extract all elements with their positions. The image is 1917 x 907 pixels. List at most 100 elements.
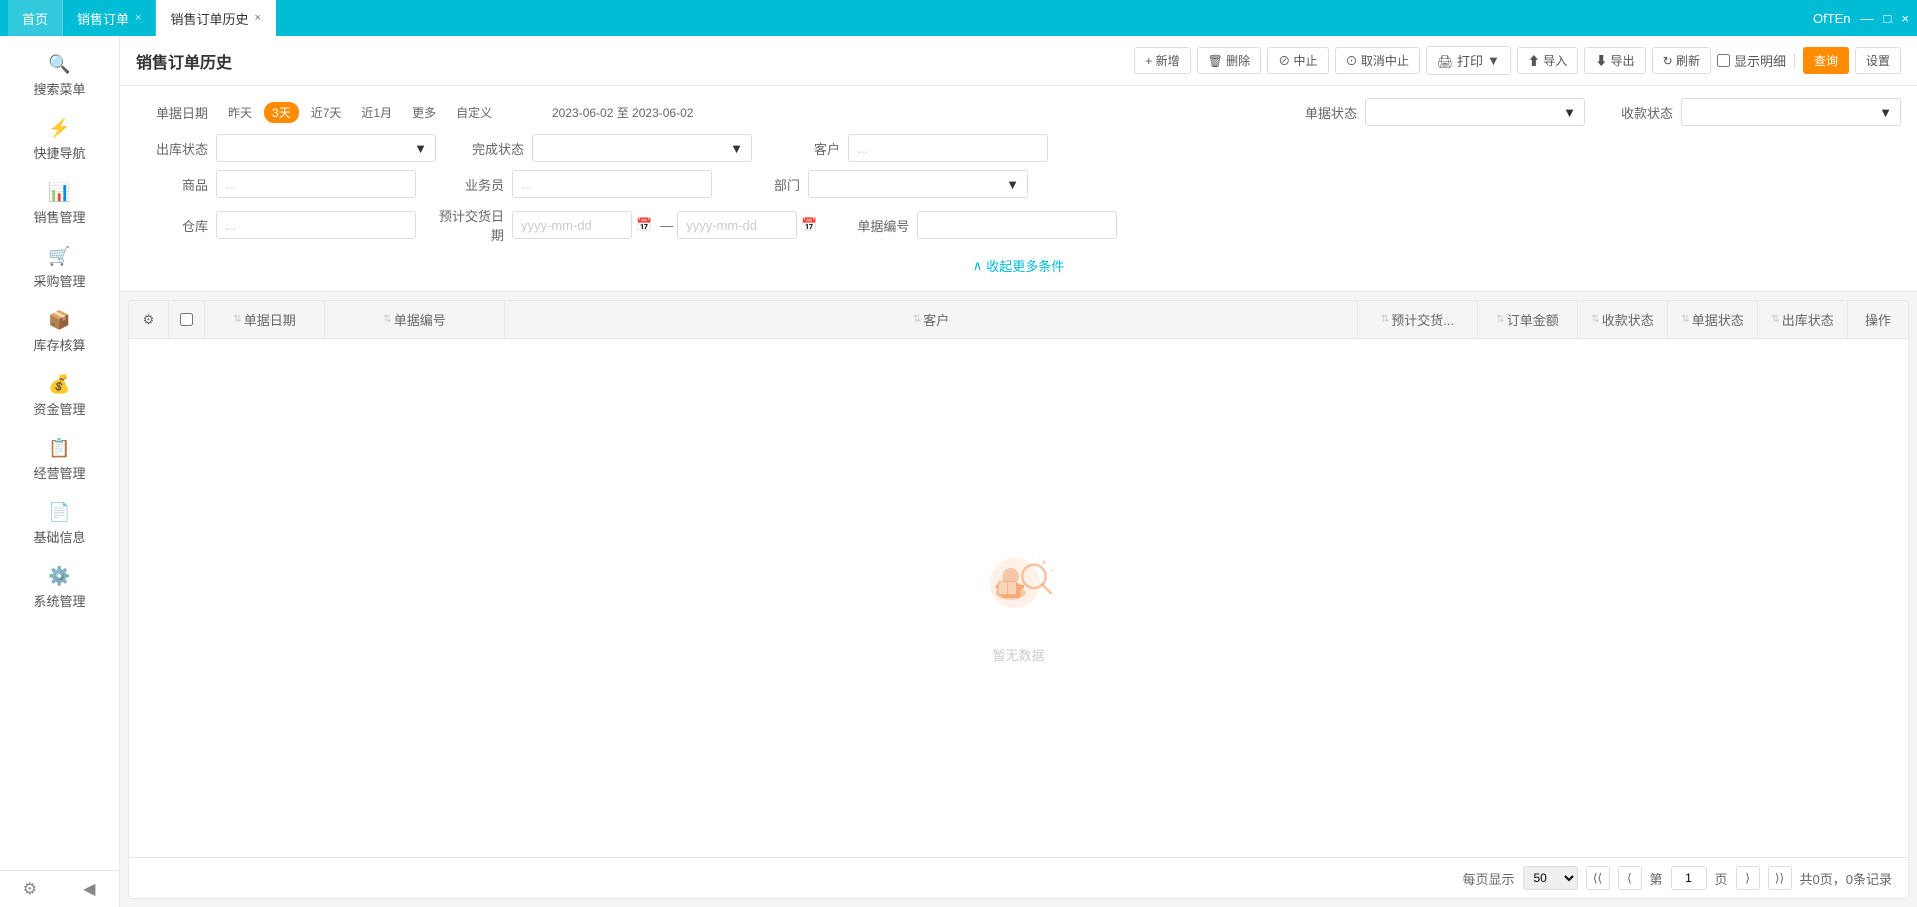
finance-icon: 💰: [48, 374, 70, 395]
bill-status-label: 单据状态: [1285, 103, 1365, 122]
page-input[interactable]: [1671, 866, 1707, 890]
table-header: ⚙ ⇅ 单据日期 ⇅ 单据编号 ⇅ 客户 ⇅: [129, 301, 1908, 339]
sales-mgmt-icon: 📊: [48, 182, 70, 203]
payment-status-select[interactable]: ▼: [1681, 98, 1901, 126]
close-tab-sales-order-history[interactable]: ×: [254, 12, 260, 24]
maximize-btn[interactable]: □: [1884, 11, 1892, 26]
export-button[interactable]: ⬇ 导出: [1584, 47, 1645, 74]
sidebar-item-system-mgmt[interactable]: ⚙️ 系统管理: [0, 556, 119, 620]
filter-row-1: 单据日期 昨天 3天 近7天 近1月 更多 自定义 2023-06-02 至 2…: [136, 98, 1901, 126]
calendar-icon-end: 📅: [801, 217, 817, 233]
sidebar-collapse[interactable]: ◀: [60, 879, 120, 899]
complete-status-arrow: ▼: [730, 141, 743, 156]
date-pill-1month[interactable]: 近1月: [353, 102, 400, 123]
bill-status-select[interactable]: ▼: [1365, 98, 1585, 126]
show-detail-checkbox-label[interactable]: 显示明细: [1717, 51, 1786, 70]
per-page-select[interactable]: 50 10 20 100: [1523, 866, 1578, 890]
show-detail-checkbox[interactable]: [1717, 54, 1730, 67]
purchase-mgmt-icon: 🛒: [48, 246, 70, 267]
settings-button[interactable]: 设置: [1855, 47, 1901, 74]
date-pill-7days[interactable]: 近7天: [303, 102, 350, 123]
cancel-stop-button[interactable]: ⊙ 取消中止: [1335, 47, 1420, 74]
page-title: 销售订单历史: [136, 49, 1126, 73]
sidebar-item-basic-info[interactable]: 📄 基础信息: [0, 492, 119, 556]
out-status-select[interactable]: ▼: [216, 134, 436, 162]
delivery-start-input[interactable]: yyyy-mm-dd: [512, 211, 632, 239]
salesperson-input[interactable]: ...: [512, 170, 712, 198]
date-pill-more[interactable]: 更多: [404, 102, 444, 123]
out-status-label: 出库状态: [136, 139, 216, 158]
pagination: 每页显示 50 10 20 100 ⟨⟨ ⟨ 第 页 ⟩ ⟩⟩ 共0页，0条记录: [129, 857, 1908, 898]
print-button[interactable]: 🖨 打印 ▼: [1426, 46, 1511, 75]
sort-delivery-icon: ⇅: [1381, 314, 1389, 325]
th-delivery[interactable]: ⇅ 预计交货...: [1358, 301, 1478, 338]
payment-status-label: 收款状态: [1601, 103, 1681, 122]
sort-bill-icon: ⇅: [1681, 314, 1689, 325]
salesperson-label: 业务员: [432, 175, 512, 194]
sidebar-item-inventory[interactable]: 📦 库存核算: [0, 300, 119, 364]
goods-label: 商品: [136, 175, 216, 194]
warehouse-input[interactable]: ...: [216, 211, 416, 239]
refresh-button[interactable]: ↻ 刷新: [1652, 47, 1711, 74]
new-button[interactable]: + 新增: [1134, 47, 1190, 74]
customer-input[interactable]: ...: [848, 134, 1048, 162]
sidebar-item-sales-mgmt[interactable]: 📊 销售管理: [0, 172, 119, 236]
payment-status-arrow: ▼: [1879, 105, 1892, 120]
sidebar-item-finance[interactable]: 💰 资金管理: [0, 364, 119, 428]
last-page-btn[interactable]: ⟩⟩: [1768, 866, 1792, 890]
delivery-end-input[interactable]: yyyy-mm-dd: [677, 211, 797, 239]
tab-home[interactable]: 首页: [8, 0, 63, 36]
collapse-link[interactable]: ∧ 收起更多条件: [136, 252, 1901, 279]
th-order-num[interactable]: ⇅ 单据编号: [325, 301, 505, 338]
toolbar-divider: [1794, 53, 1795, 69]
stop-button[interactable]: ⊘ 中止: [1267, 47, 1328, 74]
sort-out-icon: ⇅: [1771, 314, 1779, 325]
date-pill-custom[interactable]: 自定义: [448, 102, 500, 123]
sort-date-icon: ⇅: [233, 314, 241, 325]
import-button[interactable]: ⬆ 导入: [1517, 47, 1578, 74]
empty-state-icon: [969, 533, 1069, 633]
calendar-icon-start: 📅: [636, 217, 652, 233]
minimize-btn[interactable]: —: [1861, 11, 1874, 26]
main-layout: 🔍 搜索菜单 ⚡ 快捷导航 📊 销售管理 🛒 采购管理 📦 库存核算 💰 资金管…: [0, 36, 1917, 907]
th-customer[interactable]: ⇅ 客户: [505, 301, 1358, 338]
query-button[interactable]: 查询: [1803, 47, 1849, 74]
print-arrow-icon: ▼: [1487, 53, 1500, 68]
sidebar-item-search-menu[interactable]: 🔍 搜索菜单: [0, 44, 119, 108]
date-control: 昨天 3天 近7天 近1月 更多 自定义: [216, 102, 536, 123]
department-select[interactable]: ▼: [808, 170, 1028, 198]
th-bill-status[interactable]: ⇅ 单据状态: [1668, 301, 1758, 338]
tab-sales-order[interactable]: 销售订单 ×: [63, 0, 156, 36]
filter-row-2: 出库状态 ▼ 完成状态 ▼ 客户 ...: [136, 134, 1901, 162]
prev-page-btn[interactable]: ⟨: [1618, 866, 1642, 890]
department-label: 部门: [728, 175, 808, 194]
page-label: 页: [1715, 869, 1728, 888]
filter-row-3: 商品 ... 业务员 ... 部门 ▼: [136, 170, 1901, 198]
th-checkbox[interactable]: [169, 301, 205, 338]
th-date[interactable]: ⇅ 单据日期: [205, 301, 325, 338]
next-page-btn[interactable]: ⟩: [1736, 866, 1760, 890]
date-pill-today[interactable]: 昨天: [220, 102, 260, 123]
first-page-btn[interactable]: ⟨⟨: [1586, 866, 1610, 890]
sidebar-bottom-settings[interactable]: ⚙: [0, 879, 60, 899]
tab-sales-order-history[interactable]: 销售订单历史 ×: [156, 0, 275, 36]
filter-row-4: 仓库 ... 预计交货日期 yyyy-mm-dd 📅 — yyyy-mm-dd …: [136, 206, 1901, 244]
operations-icon: 📋: [48, 438, 70, 459]
th-out-status[interactable]: ⇅ 出库状态: [1758, 301, 1848, 338]
sidebar-bottom: ⚙ ◀: [0, 870, 119, 907]
empty-text: 暂无数据: [992, 645, 1044, 664]
bill-number-input[interactable]: [917, 211, 1117, 239]
close-btn[interactable]: ×: [1901, 11, 1909, 26]
sidebar-item-quick-nav[interactable]: ⚡ 快捷导航: [0, 108, 119, 172]
select-all-checkbox[interactable]: [180, 313, 193, 326]
th-settings[interactable]: ⚙: [129, 301, 169, 338]
th-amount[interactable]: ⇅ 订单金额: [1478, 301, 1578, 338]
delete-button[interactable]: 🗑 删除: [1197, 47, 1262, 74]
date-pill-3days[interactable]: 3天: [264, 102, 299, 123]
th-payment-status[interactable]: ⇅ 收款状态: [1578, 301, 1668, 338]
goods-input[interactable]: ...: [216, 170, 416, 198]
sidebar-item-operations[interactable]: 📋 经营管理: [0, 428, 119, 492]
complete-status-select[interactable]: ▼: [532, 134, 752, 162]
sidebar-item-purchase-mgmt[interactable]: 🛒 采购管理: [0, 236, 119, 300]
close-tab-sales-order[interactable]: ×: [135, 12, 141, 24]
